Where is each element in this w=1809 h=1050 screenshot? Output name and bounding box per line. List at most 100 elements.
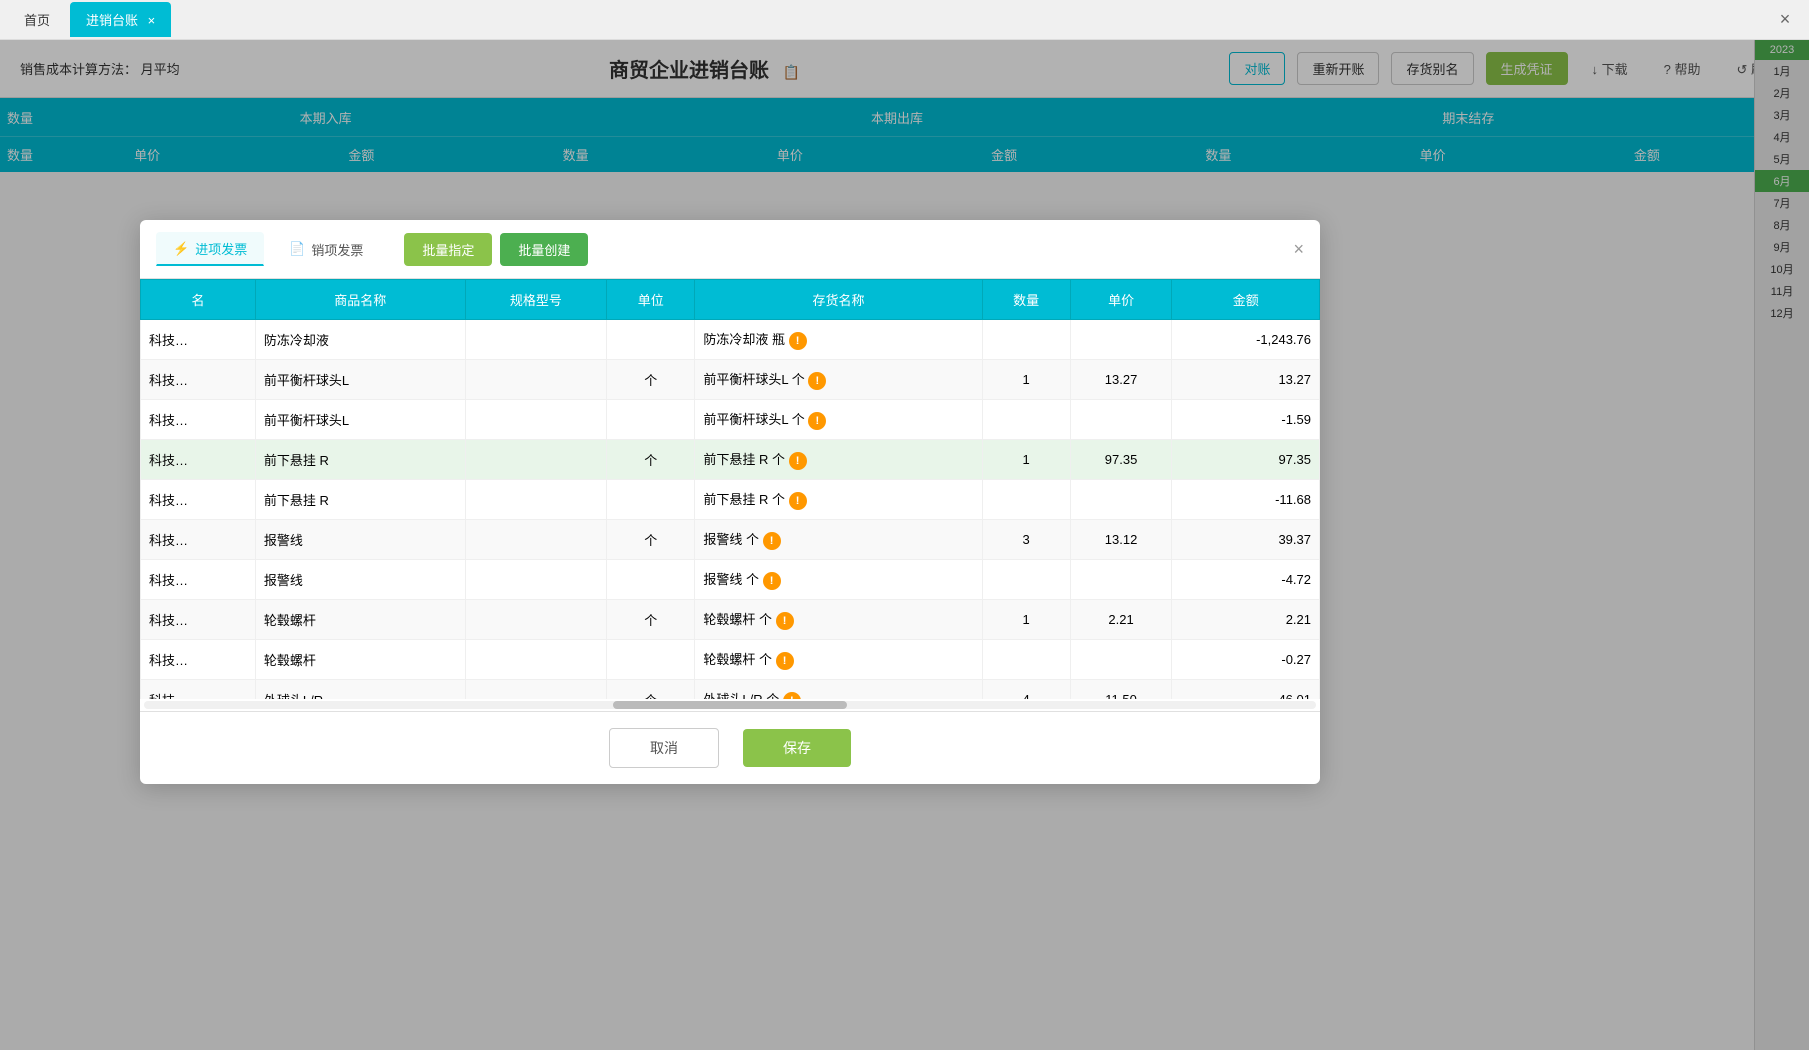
cell-name: 科技… xyxy=(141,680,256,700)
dialog-footer: 取消 保存 xyxy=(140,711,1320,784)
cell-stock: 前平衡杆球头L 个 ! xyxy=(695,360,982,400)
cell-price xyxy=(1070,320,1172,360)
cell-name: 科技… xyxy=(141,520,256,560)
dialog-close-icon[interactable]: × xyxy=(1293,239,1304,260)
cell-price: 13.27 xyxy=(1070,360,1172,400)
cell-amount: -0.27 xyxy=(1172,640,1320,680)
cell-qty xyxy=(982,320,1070,360)
cell-amount: -11.68 xyxy=(1172,480,1320,520)
cell-unit: 个 xyxy=(607,520,695,560)
cell-unit xyxy=(607,560,695,600)
cell-qty: 1 xyxy=(982,600,1070,640)
col-header-qty: 数量 xyxy=(982,280,1070,320)
cell-unit: 个 xyxy=(607,680,695,700)
cell-price: 13.12 xyxy=(1070,520,1172,560)
cell-product: 轮毂螺杆 xyxy=(255,600,465,640)
cell-spec xyxy=(465,600,607,640)
cell-price xyxy=(1070,400,1172,440)
cell-name: 科技… xyxy=(141,560,256,600)
btn-batch-create[interactable]: 批量创建 xyxy=(500,233,588,266)
cell-unit xyxy=(607,480,695,520)
warning-icon: ! xyxy=(789,492,807,510)
cell-stock: 外球头L/R 个 ! xyxy=(695,680,982,700)
table-row: 科技… 外球头L/R 个 外球头L/R 个 ! 4 11.50 46.01 xyxy=(141,680,1320,700)
tab-home[interactable]: 首页 xyxy=(8,2,66,37)
cell-stock: 轮毂螺杆 个 ! xyxy=(695,600,982,640)
col-header-unit: 单位 xyxy=(607,280,695,320)
table-row: 科技… 轮毂螺杆 个 轮毂螺杆 个 ! 1 2.21 2.21 xyxy=(141,600,1320,640)
table-row: 科技… 防冻冷却液 防冻冷却液 瓶 ! -1,243.76 xyxy=(141,320,1320,360)
warning-icon: ! xyxy=(789,332,807,350)
cell-price: 11.50 xyxy=(1070,680,1172,700)
dialog: ⚡ 进项发票 📄 销项发票 批量指定 批量创建 × 名 商品名称 规格型号 xyxy=(140,220,1320,784)
cell-qty xyxy=(982,640,1070,680)
cell-name: 科技… xyxy=(141,440,256,480)
main-area: 销售成本计算方法： 月平均 商贸企业进销台账 📋 对账 重新开账 存货别名 生成… xyxy=(0,40,1809,1050)
cell-amount: 46.01 xyxy=(1172,680,1320,700)
dialog-tab-sales[interactable]: 📄 销项发票 xyxy=(272,233,380,266)
warning-icon: ! xyxy=(808,372,826,390)
cell-unit: 个 xyxy=(607,600,695,640)
cell-unit xyxy=(607,640,695,680)
col-header-amount: 金额 xyxy=(1172,280,1320,320)
cell-amount: 97.35 xyxy=(1172,440,1320,480)
warning-icon: ! xyxy=(789,452,807,470)
cell-product: 轮毂螺杆 xyxy=(255,640,465,680)
income-tab-icon: ⚡ xyxy=(173,241,189,257)
col-header-price: 单价 xyxy=(1070,280,1172,320)
table-row: 科技… 报警线 个 报警线 个 ! 3 13.12 39.37 xyxy=(141,520,1320,560)
btn-cancel[interactable]: 取消 xyxy=(609,728,719,768)
dialog-tab-income[interactable]: ⚡ 进项发票 xyxy=(156,232,264,266)
window-close-button[interactable]: × xyxy=(1769,4,1801,36)
invoice-table: 名 商品名称 规格型号 单位 存货名称 数量 单价 金额 科技… 防冻冷却液 防… xyxy=(140,279,1320,699)
cell-name: 科技… xyxy=(141,600,256,640)
cell-stock: 轮毂螺杆 个 ! xyxy=(695,640,982,680)
cell-qty xyxy=(982,480,1070,520)
cell-unit xyxy=(607,320,695,360)
cell-amount: 2.21 xyxy=(1172,600,1320,640)
cell-price xyxy=(1070,640,1172,680)
cell-stock: 前平衡杆球头L 个 ! xyxy=(695,400,982,440)
cell-product: 前平衡杆球头L xyxy=(255,360,465,400)
cell-price: 2.21 xyxy=(1070,600,1172,640)
cell-spec xyxy=(465,360,607,400)
sales-tab-icon: 📄 xyxy=(289,241,305,257)
top-tab-bar: 首页 进销台账 × × xyxy=(0,0,1809,40)
cell-spec xyxy=(465,520,607,560)
cell-product: 前平衡杆球头L xyxy=(255,400,465,440)
cell-qty xyxy=(982,400,1070,440)
cell-qty xyxy=(982,560,1070,600)
cell-amount: -1.59 xyxy=(1172,400,1320,440)
table-row: 科技… 前平衡杆球头L 前平衡杆球头L 个 ! -1.59 xyxy=(141,400,1320,440)
cell-spec xyxy=(465,440,607,480)
warning-icon: ! xyxy=(763,532,781,550)
cell-product: 外球头L/R xyxy=(255,680,465,700)
horizontal-scrollbar[interactable] xyxy=(144,701,1316,709)
dialog-body: 名 商品名称 规格型号 单位 存货名称 数量 单价 金额 科技… 防冻冷却液 防… xyxy=(140,279,1320,699)
btn-batch-assign[interactable]: 批量指定 xyxy=(404,233,492,266)
cell-spec xyxy=(465,320,607,360)
tab-close-icon[interactable]: × xyxy=(148,13,156,28)
cell-stock: 前下悬挂 R 个 ! xyxy=(695,440,982,480)
cell-amount: -4.72 xyxy=(1172,560,1320,600)
cell-spec xyxy=(465,560,607,600)
cell-stock: 防冻冷却液 瓶 ! xyxy=(695,320,982,360)
cell-unit: 个 xyxy=(607,360,695,400)
cell-name: 科技… xyxy=(141,640,256,680)
btn-save[interactable]: 保存 xyxy=(743,729,851,767)
cell-product: 前下悬挂 R xyxy=(255,440,465,480)
col-header-stock: 存货名称 xyxy=(695,280,982,320)
cell-name: 科技… xyxy=(141,400,256,440)
scrollbar-thumb[interactable] xyxy=(613,701,847,709)
warning-icon: ! xyxy=(808,412,826,430)
cell-unit: 个 xyxy=(607,440,695,480)
tab-active[interactable]: 进销台账 × xyxy=(70,2,171,37)
cell-name: 科技… xyxy=(141,480,256,520)
cell-stock: 报警线 个 ! xyxy=(695,520,982,560)
cell-price xyxy=(1070,560,1172,600)
table-row: 科技… 前下悬挂 R 前下悬挂 R 个 ! -11.68 xyxy=(141,480,1320,520)
cell-product: 报警线 xyxy=(255,520,465,560)
cell-product: 前下悬挂 R xyxy=(255,480,465,520)
warning-icon: ! xyxy=(776,652,794,670)
col-header-spec: 规格型号 xyxy=(465,280,607,320)
